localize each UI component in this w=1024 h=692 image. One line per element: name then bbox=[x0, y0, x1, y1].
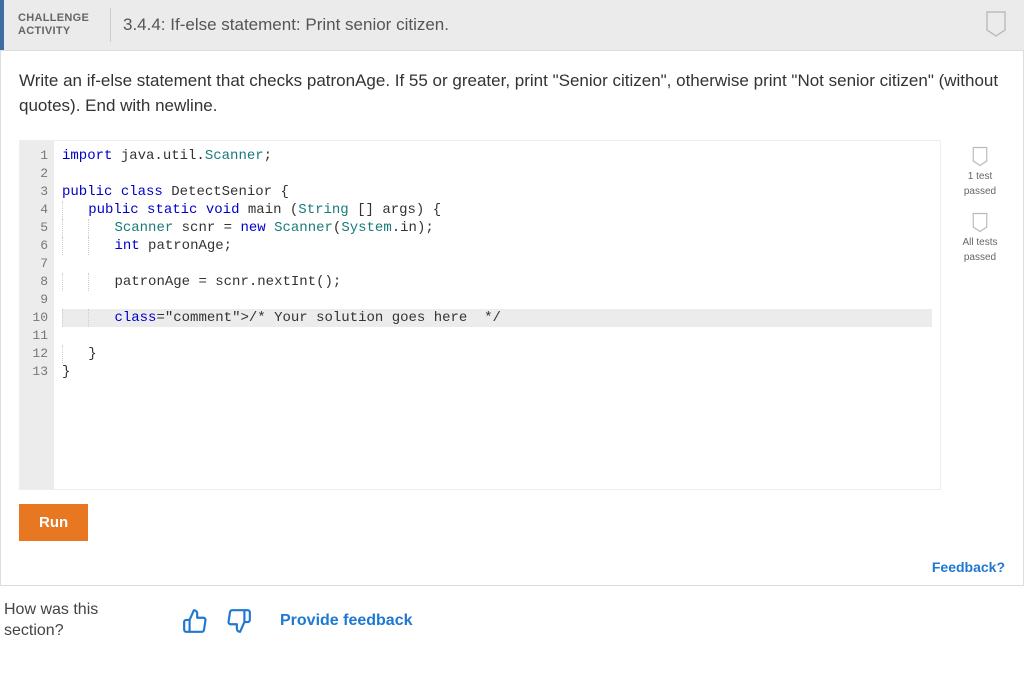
instructions-text: Write an if-else statement that checks p… bbox=[19, 69, 1005, 118]
test-status-2-label-b: passed bbox=[964, 252, 996, 264]
test-status-1-label-a: 1 test bbox=[968, 171, 992, 183]
content-panel: Write an if-else statement that checks p… bbox=[0, 50, 1024, 586]
badge-icon bbox=[971, 212, 989, 233]
badge-icon bbox=[971, 146, 989, 167]
completion-badge bbox=[984, 10, 1008, 38]
editor-wrap: 12345678910111213 import java.util.Scann… bbox=[19, 140, 1005, 490]
thumbs-group bbox=[182, 608, 252, 634]
badge-icon bbox=[984, 10, 1008, 38]
section-feedback-question: How was this section? bbox=[4, 600, 154, 642]
thumbs-up-icon bbox=[182, 608, 208, 634]
code-editor[interactable]: 12345678910111213 import java.util.Scann… bbox=[19, 140, 941, 490]
thumbs-down-button[interactable] bbox=[226, 608, 252, 634]
provide-feedback-link[interactable]: Provide feedback bbox=[280, 612, 413, 630]
test-status-sidebar: 1 test passed All tests passed bbox=[955, 140, 1005, 490]
challenge-label-line1: CHALLENGE bbox=[18, 12, 98, 25]
thumbs-down-icon bbox=[226, 608, 252, 634]
thumbs-up-button[interactable] bbox=[182, 608, 208, 634]
challenge-label: CHALLENGE ACTIVITY bbox=[18, 12, 98, 38]
code-area[interactable]: import java.util.Scanner; public class D… bbox=[54, 141, 940, 489]
challenge-label-line2: ACTIVITY bbox=[18, 25, 98, 38]
feedback-link[interactable]: Feedback? bbox=[19, 559, 1005, 575]
test-status-2-label-a: All tests bbox=[962, 237, 997, 249]
test-status-1: 1 test passed bbox=[964, 146, 996, 198]
test-status-2: All tests passed bbox=[962, 212, 997, 264]
challenge-title: 3.4.4: If-else statement: Print senior c… bbox=[123, 15, 449, 35]
run-button[interactable]: Run bbox=[19, 504, 88, 541]
section-feedback-bar: How was this section? Provide feedback bbox=[0, 586, 1024, 646]
test-status-1-label-b: passed bbox=[964, 186, 996, 198]
challenge-header: CHALLENGE ACTIVITY 3.4.4: If-else statem… bbox=[0, 0, 1024, 50]
divider bbox=[110, 8, 111, 42]
line-gutter: 12345678910111213 bbox=[20, 141, 54, 489]
